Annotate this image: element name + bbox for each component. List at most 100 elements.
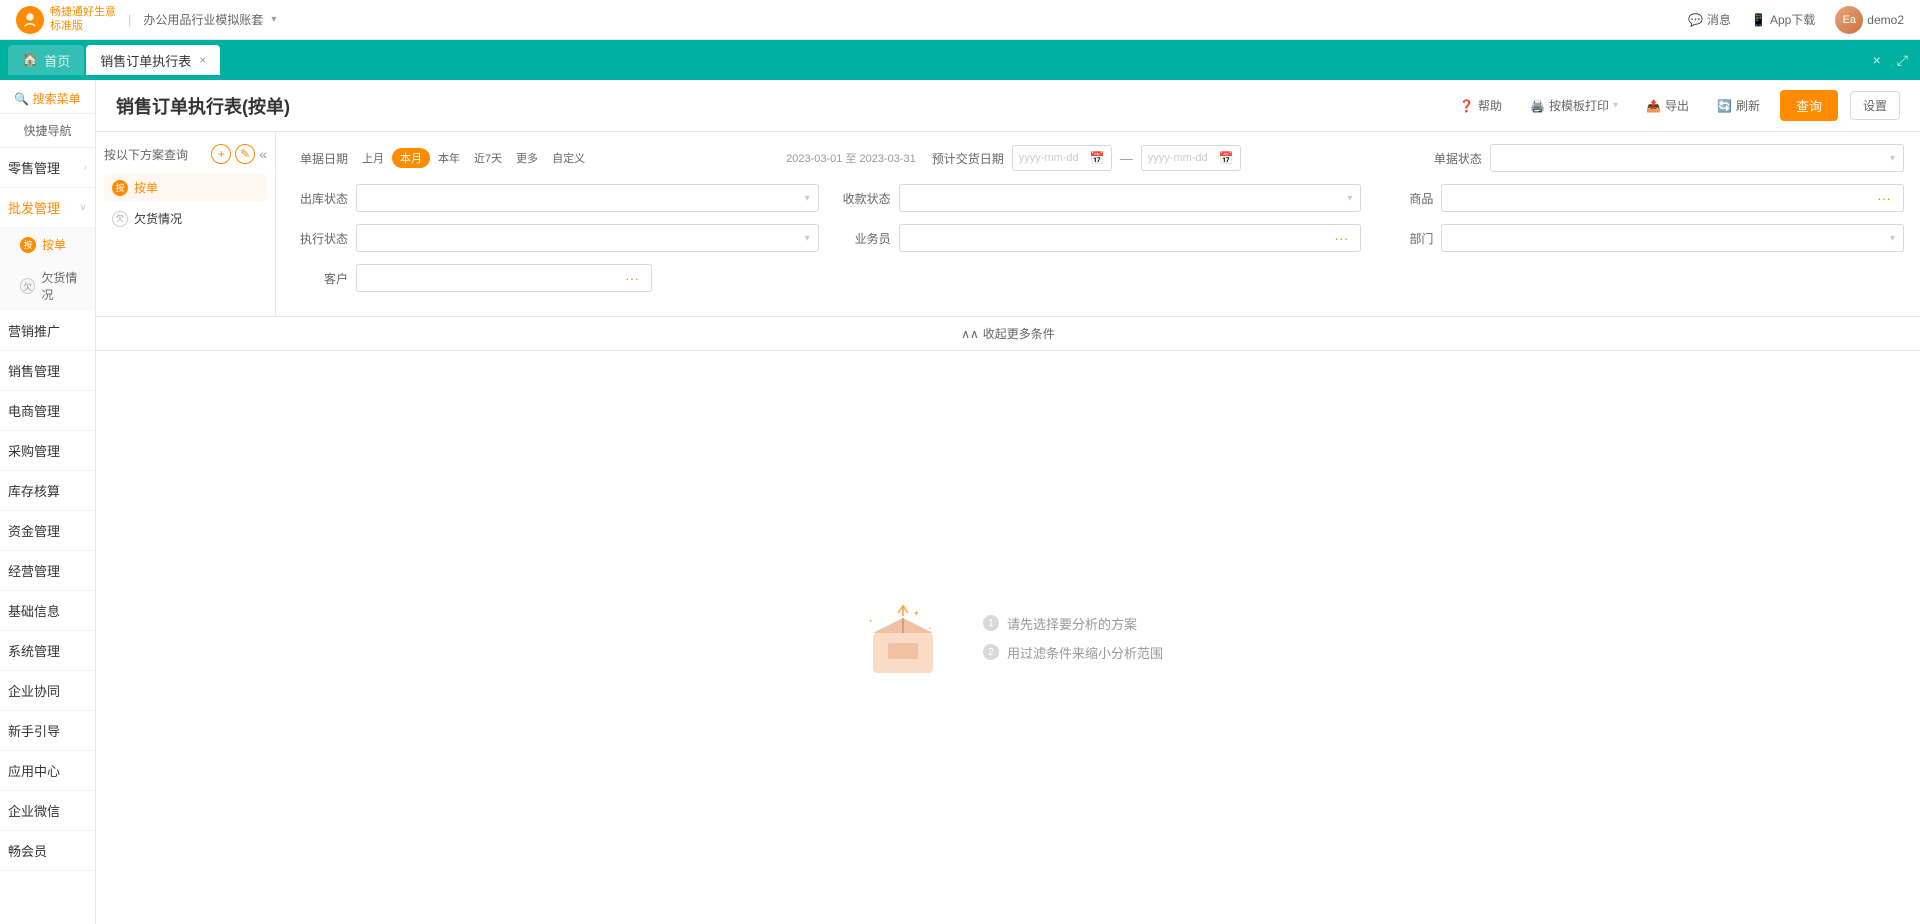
main-layout: 🔍 搜索菜单 快捷导航 零售管理 › 批发管理 ∨ 按 按单 欠 欠货情况 营: [0, 80, 1920, 924]
sidebar-item-sales-mgmt[interactable]: 销售管理: [0, 351, 95, 391]
svg-text:✦: ✦: [928, 626, 932, 632]
refresh-button[interactable]: 🔄 刷新: [1709, 93, 1768, 118]
payment-status-label: 收款状态: [835, 190, 891, 207]
goods-more-icon[interactable]: ···: [1873, 190, 1895, 206]
sidebar: 🔍 搜索菜单 快捷导航 零售管理 › 批发管理 ∨ 按 按单 欠 欠货情况 营: [0, 80, 96, 924]
top-header: 畅捷通好生意 标准版 | 办公用品行业模拟账套 ▾ 💬 消息 📱 App下载 E…: [0, 0, 1920, 40]
collapse-icon: ∧∧: [961, 327, 979, 341]
sidebar-search[interactable]: 🔍 搜索菜单: [0, 80, 95, 114]
payment-status-select[interactable]: ▾: [899, 184, 1362, 212]
date-tab-more[interactable]: 更多: [510, 148, 544, 168]
exec-dropdown-icon: ▾: [805, 233, 810, 244]
filter-fields: 单据日期 上月 本月 本年 近7天 更多 自定义 2023-03-01 至 20…: [276, 132, 1920, 316]
sidebar-item-inventory[interactable]: 库存核算: [0, 471, 95, 511]
customer-select[interactable]: ···: [356, 264, 652, 292]
doc-status-select[interactable]: ▾: [1490, 144, 1904, 172]
date-tab-custom[interactable]: 自定义: [546, 148, 591, 168]
sidebar-item-system[interactable]: 系统管理: [0, 631, 95, 671]
filter-exec-status: 执行状态 ▾: [292, 224, 819, 252]
sidebar-item-enterprise-wechat[interactable]: 企业微信: [0, 791, 95, 831]
sidebar-item-enterprise[interactable]: 企业协同: [0, 671, 95, 711]
tab-home[interactable]: 🏠 首页: [8, 45, 84, 75]
collapse-scheme-button[interactable]: «: [259, 146, 267, 162]
help-button[interactable]: ❓ 帮助: [1451, 93, 1510, 118]
breadcrumb-dropdown-icon[interactable]: ▾: [271, 14, 276, 25]
goods-select[interactable]: ···: [1441, 184, 1904, 212]
department-select[interactable]: ▾: [1441, 224, 1904, 252]
filter-customer: 客户 ···: [292, 264, 652, 292]
message-icon: 💬: [1688, 13, 1703, 27]
window-minimize-button[interactable]: ×: [1869, 48, 1885, 72]
exec-status-select[interactable]: ▾: [356, 224, 819, 252]
date-tab-last-7days[interactable]: 近7天: [468, 148, 508, 168]
message-button[interactable]: 💬 消息: [1688, 11, 1731, 28]
doc-status-label: 单据状态: [1426, 150, 1482, 167]
sidebar-item-ecommerce[interactable]: 电商管理: [0, 391, 95, 431]
sub-item-debt-icon: 欠: [20, 278, 35, 294]
scheme-header: 按以下方案查询 + ✎ «: [104, 144, 267, 164]
scheme-item-order[interactable]: 按 按单: [104, 174, 267, 201]
sidebar-item-marketing[interactable]: 营销推广: [0, 311, 95, 351]
date-tab-this-year[interactable]: 本年: [432, 148, 466, 168]
goods-label: 商品: [1377, 190, 1433, 207]
query-button[interactable]: 查询: [1780, 90, 1838, 121]
sidebar-sub-item-debt[interactable]: 欠 欠货情况: [0, 261, 95, 311]
collapse-more-button[interactable]: ∧∧ 收起更多条件: [96, 317, 1920, 351]
user-menu[interactable]: Ea demo2: [1835, 6, 1904, 34]
filter-doc-status: 单据状态 ▾: [1426, 144, 1904, 172]
export-button[interactable]: 📤 导出: [1638, 93, 1697, 118]
filter-department: 部门 ▾: [1377, 224, 1904, 252]
date-tab-this-month[interactable]: 本月: [392, 148, 430, 168]
date-range-separator: —: [1120, 151, 1133, 166]
filter-row-1: 单据日期 上月 本月 本年 近7天 更多 自定义 2023-03-01 至 20…: [292, 144, 1904, 172]
add-scheme-button[interactable]: +: [211, 144, 231, 164]
customer-more-icon[interactable]: ···: [621, 270, 643, 286]
tab-close-icon[interactable]: ×: [199, 53, 206, 67]
settings-button[interactable]: 设置: [1850, 91, 1900, 120]
delivery-date-from[interactable]: yyyy-mm-dd 📅: [1012, 145, 1112, 171]
sidebar-item-onboarding[interactable]: 新手引导: [0, 711, 95, 751]
delivery-status-select[interactable]: ▾: [356, 184, 819, 212]
date-tab-last-month[interactable]: 上月: [356, 148, 390, 168]
salesperson-more-icon[interactable]: ···: [1330, 230, 1352, 246]
scheme-debt-icon: 欠: [112, 211, 128, 227]
delivery-dropdown-icon: ▾: [805, 193, 810, 204]
sidebar-item-app-center[interactable]: 应用中心: [0, 751, 95, 791]
calendar-to-icon: 📅: [1219, 151, 1234, 165]
sidebar-quick-nav[interactable]: 快捷导航: [0, 114, 95, 148]
tab-sales-order[interactable]: 销售订单执行表 ×: [86, 45, 220, 75]
window-expand-button[interactable]: ⤢: [1893, 48, 1912, 73]
refresh-icon: 🔄: [1717, 99, 1732, 113]
filter-scheme-panel: 按以下方案查询 + ✎ « 按 按单 欠 欠货情况: [96, 132, 276, 316]
payment-dropdown-icon: ▾: [1347, 193, 1352, 204]
delivery-date-to[interactable]: yyyy-mm-dd 📅: [1141, 145, 1241, 171]
tip-number-2: 2: [983, 644, 999, 660]
svg-text:✦: ✦: [913, 609, 920, 618]
sidebar-item-vip[interactable]: 畅会员: [0, 831, 95, 871]
sidebar-item-basic[interactable]: 基础信息: [0, 591, 95, 631]
sidebar-item-purchase[interactable]: 采购管理: [0, 431, 95, 471]
scheme-item-debt[interactable]: 欠 欠货情况: [104, 205, 267, 232]
logo-icon: [16, 6, 44, 34]
app-download-button[interactable]: 📱 App下载: [1751, 11, 1815, 28]
sidebar-sub-wholesale: 按 按单 欠 欠货情况: [0, 228, 95, 311]
nav-tabs-bar: 🏠 首页 销售订单执行表 × × ⤢: [0, 40, 1920, 80]
doc-date-label: 单据日期: [292, 150, 348, 167]
salesperson-select[interactable]: ···: [899, 224, 1362, 252]
header-left: 畅捷通好生意 标准版 | 办公用品行业模拟账套 ▾: [16, 6, 276, 34]
sidebar-item-wholesale[interactable]: 批发管理 ∨: [0, 188, 95, 228]
salesperson-label: 业务员: [835, 230, 891, 247]
sidebar-item-finance[interactable]: 资金管理: [0, 511, 95, 551]
edit-scheme-button[interactable]: ✎: [235, 144, 255, 164]
filter-panel: 按以下方案查询 + ✎ « 按 按单 欠 欠货情况: [96, 132, 1920, 317]
expected-delivery-label: 预计交货日期: [932, 150, 1004, 167]
header-right: 💬 消息 📱 App下载 Ea demo2: [1688, 6, 1904, 34]
sidebar-sub-item-order[interactable]: 按 按单: [0, 228, 95, 261]
sidebar-item-operation[interactable]: 经营管理: [0, 551, 95, 591]
empty-tip-2: 2 用过滤条件来缩小分析范围: [983, 643, 1163, 662]
scheme-order-icon: 按: [112, 180, 128, 196]
filter-doc-date: 单据日期 上月 本月 本年 近7天 更多 自定义: [292, 148, 770, 168]
scheme-actions: + ✎ «: [211, 144, 267, 164]
sidebar-item-retail[interactable]: 零售管理 ›: [0, 148, 95, 188]
template-print-button[interactable]: 🖨️ 按模板打印 ▾: [1522, 93, 1626, 118]
